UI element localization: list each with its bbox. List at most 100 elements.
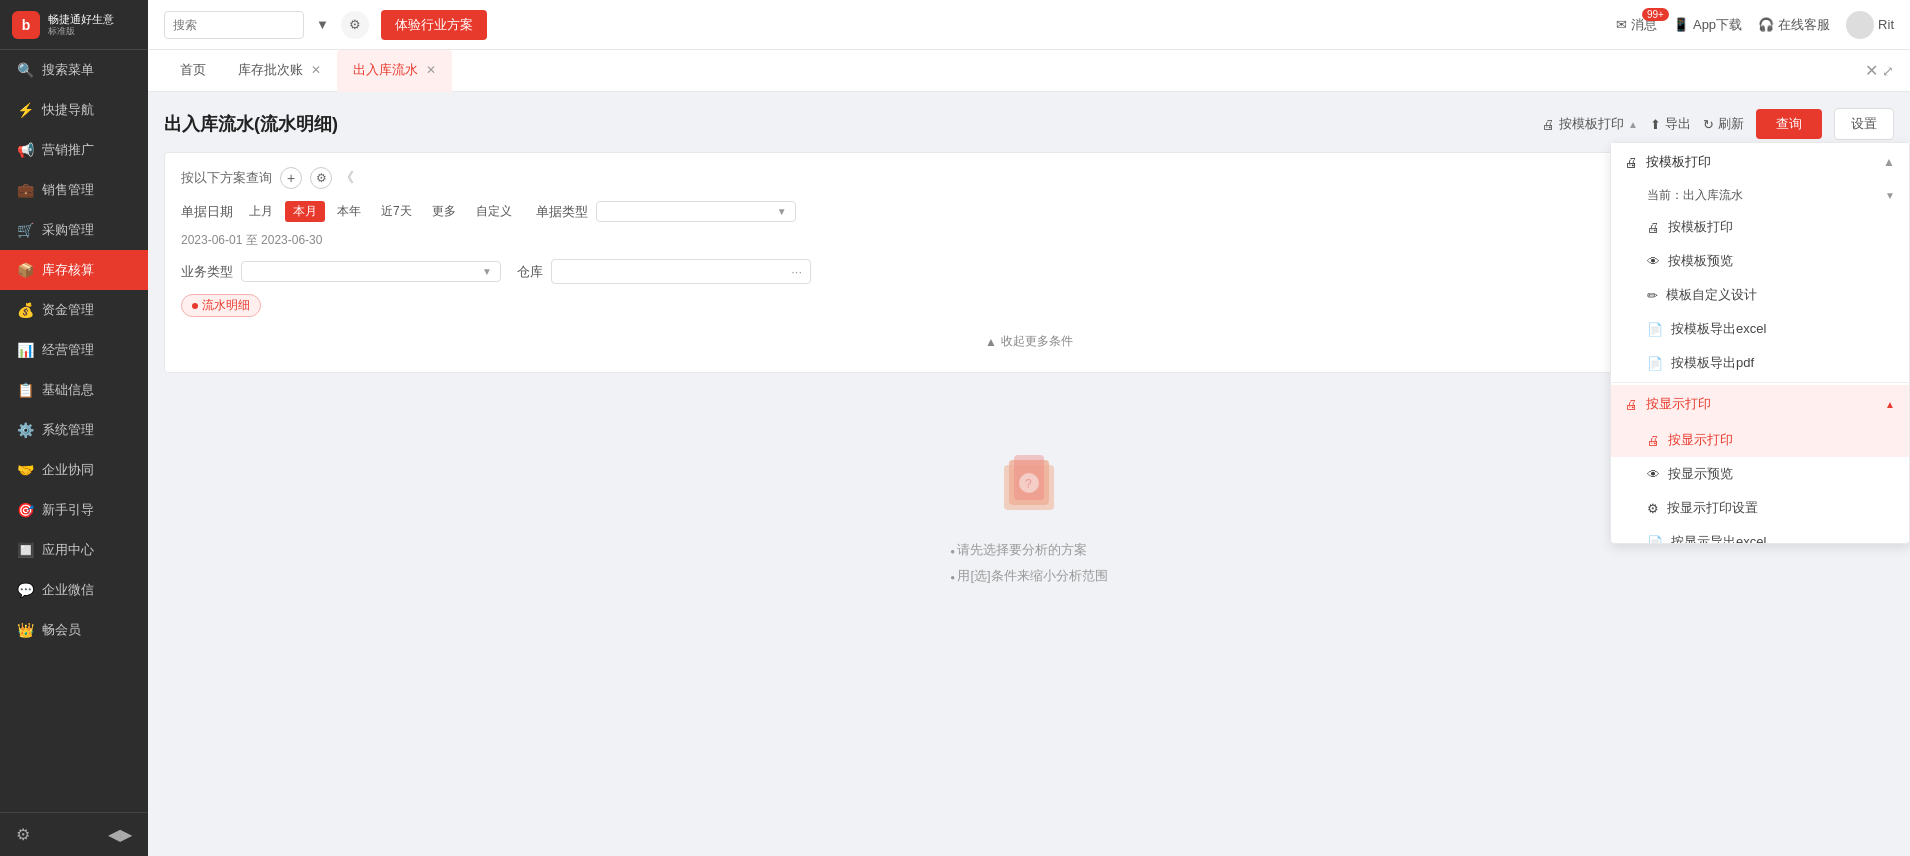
online-service-btn[interactable]: 🎧 在线客服 bbox=[1758, 16, 1830, 34]
sidebar-item-sales[interactable]: 💼 销售管理 bbox=[0, 170, 148, 210]
sidebar-item-inventory[interactable]: 📦 库存核算 bbox=[0, 250, 148, 290]
tab-flow-close[interactable]: ✕ bbox=[426, 63, 436, 77]
sidebar-item-newbie[interactable]: 🎯 新手引导 bbox=[0, 490, 148, 530]
display-print-item[interactable]: 🖨 按显示打印 bbox=[1611, 423, 1909, 457]
filter-doctype-field: 单据类型 ▼ bbox=[536, 201, 796, 222]
template-print-current[interactable]: 当前：出入库流水 ▼ bbox=[1611, 181, 1909, 210]
user-avatar-area[interactable]: Rit bbox=[1846, 11, 1894, 39]
sidebar-item-finance[interactable]: 💰 资金管理 bbox=[0, 290, 148, 330]
warehouse-select[interactable]: ··· bbox=[551, 259, 811, 284]
date-tab-current-year[interactable]: 本年 bbox=[329, 201, 369, 222]
template-print-item[interactable]: 🖨 按模板打印 bbox=[1611, 210, 1909, 244]
sidebar-item-search[interactable]: 🔍 搜索菜单 bbox=[0, 50, 148, 90]
tab-flow[interactable]: 出入库流水 ✕ bbox=[337, 50, 452, 92]
search-input[interactable] bbox=[164, 11, 304, 39]
trial-btn[interactable]: 体验行业方案 bbox=[381, 10, 487, 40]
sidebar-settings-icon[interactable]: ⚙ bbox=[16, 825, 30, 844]
header-gear-btn[interactable]: ⚙ bbox=[341, 11, 369, 39]
header-dropdown-btn[interactable]: ▼ bbox=[316, 17, 329, 32]
header-right: ✉ 消息 99+ 📱 App下载 🎧 在线客服 Rit bbox=[1616, 11, 1894, 39]
export-btn[interactable]: ⬆ 导出 bbox=[1650, 115, 1691, 133]
sidebar-item-basic[interactable]: 📋 基础信息 bbox=[0, 370, 148, 410]
template-pdf-item[interactable]: 📄 按模板导出pdf bbox=[1611, 346, 1909, 380]
warehouse-more-icon: ··· bbox=[791, 264, 802, 279]
filter-collapse-btn[interactable]: 《 bbox=[340, 169, 354, 187]
refresh-btn[interactable]: ↻ 刷新 bbox=[1703, 115, 1744, 133]
quicknav-icon: ⚡ bbox=[16, 101, 34, 119]
display-print-icon: 🖨 bbox=[1647, 433, 1660, 448]
display-excel-item[interactable]: 📄 按显示导出excel bbox=[1611, 525, 1909, 543]
display-settings-icon: ⚙ bbox=[1647, 501, 1659, 516]
doctype-select[interactable]: ▼ bbox=[596, 201, 796, 222]
date-tab-prev-month[interactable]: 上月 bbox=[241, 201, 281, 222]
sidebar-item-membership[interactable]: 👑 畅会员 bbox=[0, 610, 148, 650]
tag-dot bbox=[192, 303, 198, 309]
display-preview-item[interactable]: 👁 按显示预览 bbox=[1611, 457, 1909, 491]
page-title: 出入库流水(流水明细) bbox=[164, 112, 338, 136]
marketing-icon: 📢 bbox=[16, 141, 34, 159]
search-icon: 🔍 bbox=[16, 61, 34, 79]
sidebar-item-quicknav[interactable]: ⚡ 快捷导航 bbox=[0, 90, 148, 130]
date-tab-last7[interactable]: 近7天 bbox=[373, 201, 420, 222]
page-top-actions: 🖨 按模板打印 ▲ ⬆ 导出 ↻ 刷新 查询 设置 bbox=[1542, 108, 1894, 140]
date-tab-custom[interactable]: 自定义 bbox=[468, 201, 520, 222]
appcenter-icon: 🔲 bbox=[16, 541, 34, 559]
doctype-chevron-down-icon: ▼ bbox=[777, 206, 787, 217]
sidebar-item-appcenter[interactable]: 🔲 应用中心 bbox=[0, 530, 148, 570]
date-tab-more[interactable]: 更多 bbox=[424, 201, 464, 222]
tab-window-controls[interactable]: ✕ ⤢ bbox=[1865, 61, 1894, 80]
filter-settings-btn[interactable]: ⚙ bbox=[310, 167, 332, 189]
template-custom-item[interactable]: ✏ 模板自定义设计 bbox=[1611, 278, 1909, 312]
settings-btn[interactable]: 设置 bbox=[1834, 108, 1894, 140]
query-btn[interactable]: 查询 bbox=[1756, 109, 1822, 139]
display-section-chevron-up-icon: ▲ bbox=[1885, 399, 1895, 410]
date-label: 单据日期 bbox=[181, 203, 233, 221]
sidebar-nav: 🔍 搜索菜单 ⚡ 快捷导航 📢 营销推广 💼 销售管理 🛒 采购管理 📦 库存核… bbox=[0, 50, 148, 812]
sidebar: b 畅捷通好生意 标准版 🔍 搜索菜单 ⚡ 快捷导航 📢 营销推广 💼 销售管理… bbox=[0, 0, 148, 856]
refresh-icon: ↻ bbox=[1703, 117, 1714, 132]
purchase-icon: 🛒 bbox=[16, 221, 34, 239]
tab-home[interactable]: 首页 bbox=[164, 50, 222, 92]
active-filter-tag[interactable]: 流水明细 bbox=[181, 294, 261, 317]
print-template-section-icon: 🖨 bbox=[1625, 155, 1638, 170]
sidebar-collapse-icon[interactable]: ◀▶ bbox=[108, 825, 132, 844]
sidebar-item-marketing[interactable]: 📢 营销推广 bbox=[0, 130, 148, 170]
basic-icon: 📋 bbox=[16, 381, 34, 399]
display-print-settings-item[interactable]: ⚙ 按显示打印设置 bbox=[1611, 491, 1909, 525]
app-icon: 📱 bbox=[1673, 17, 1689, 32]
page-header: 出入库流水(流水明细) 🖨 按模板打印 ▲ ⬆ 导出 ↻ 刷新 查询 设置 bbox=[164, 108, 1894, 140]
template-preview-item[interactable]: 👁 按模板预览 bbox=[1611, 244, 1909, 278]
app-download-btn[interactable]: 📱 App下载 bbox=[1673, 16, 1742, 34]
wechat-icon: 💬 bbox=[16, 581, 34, 599]
empty-illustration: ? bbox=[989, 445, 1069, 525]
template-excel-item[interactable]: 📄 按模板导出excel bbox=[1611, 312, 1909, 346]
template-pdf-icon: 📄 bbox=[1647, 356, 1663, 371]
sidebar-item-system[interactable]: ⚙️ 系统管理 bbox=[0, 410, 148, 450]
template-section-chevron-up-icon: ▲ bbox=[1883, 155, 1895, 169]
tab-expand-icon[interactable]: ⤢ bbox=[1882, 63, 1894, 79]
tab-batch[interactable]: 库存批次账 ✕ bbox=[222, 50, 337, 92]
header-left: ▼ ⚙ 体验行业方案 bbox=[164, 10, 487, 40]
template-print-section-header[interactable]: 🖨 按模板打印 ▲ bbox=[1611, 143, 1909, 181]
business-type-select[interactable]: ▼ bbox=[241, 261, 501, 282]
display-print-section-header[interactable]: 🖨 按显示打印 ▲ bbox=[1611, 385, 1909, 423]
sidebar-item-operations[interactable]: 📊 经营管理 bbox=[0, 330, 148, 370]
tab-close-window-icon[interactable]: ✕ bbox=[1865, 61, 1878, 80]
operations-icon: 📊 bbox=[16, 341, 34, 359]
filter-add-btn[interactable]: + bbox=[280, 167, 302, 189]
display-print-section-icon: 🖨 bbox=[1625, 397, 1638, 412]
filter-business-field: 业务类型 ▼ bbox=[181, 261, 501, 282]
sidebar-item-enterprise[interactable]: 🤝 企业协同 bbox=[0, 450, 148, 490]
inventory-icon: 📦 bbox=[16, 261, 34, 279]
tab-batch-close[interactable]: ✕ bbox=[311, 63, 321, 77]
sidebar-item-purchase[interactable]: 🛒 采购管理 bbox=[0, 210, 148, 250]
filter-warehouse-field: 仓库 ··· bbox=[517, 259, 811, 284]
export-icon: ⬆ bbox=[1650, 117, 1661, 132]
message-btn[interactable]: ✉ 消息 99+ bbox=[1616, 16, 1657, 34]
top-header: ▼ ⚙ 体验行业方案 ✉ 消息 99+ 📱 App下载 🎧 在线客服 Rit bbox=[148, 0, 1910, 50]
print-template-btn[interactable]: 🖨 按模板打印 ▲ bbox=[1542, 115, 1638, 133]
sidebar-item-wechat[interactable]: 💬 企业微信 bbox=[0, 570, 148, 610]
date-tab-current-month[interactable]: 本月 bbox=[285, 201, 325, 222]
print-dropdown: 🖨 按模板打印 ▲ 当前：出入库流水 ▼ 🖨 按模板打印 👁 按模板预览 bbox=[1610, 142, 1910, 544]
svg-text:?: ? bbox=[1025, 477, 1032, 491]
